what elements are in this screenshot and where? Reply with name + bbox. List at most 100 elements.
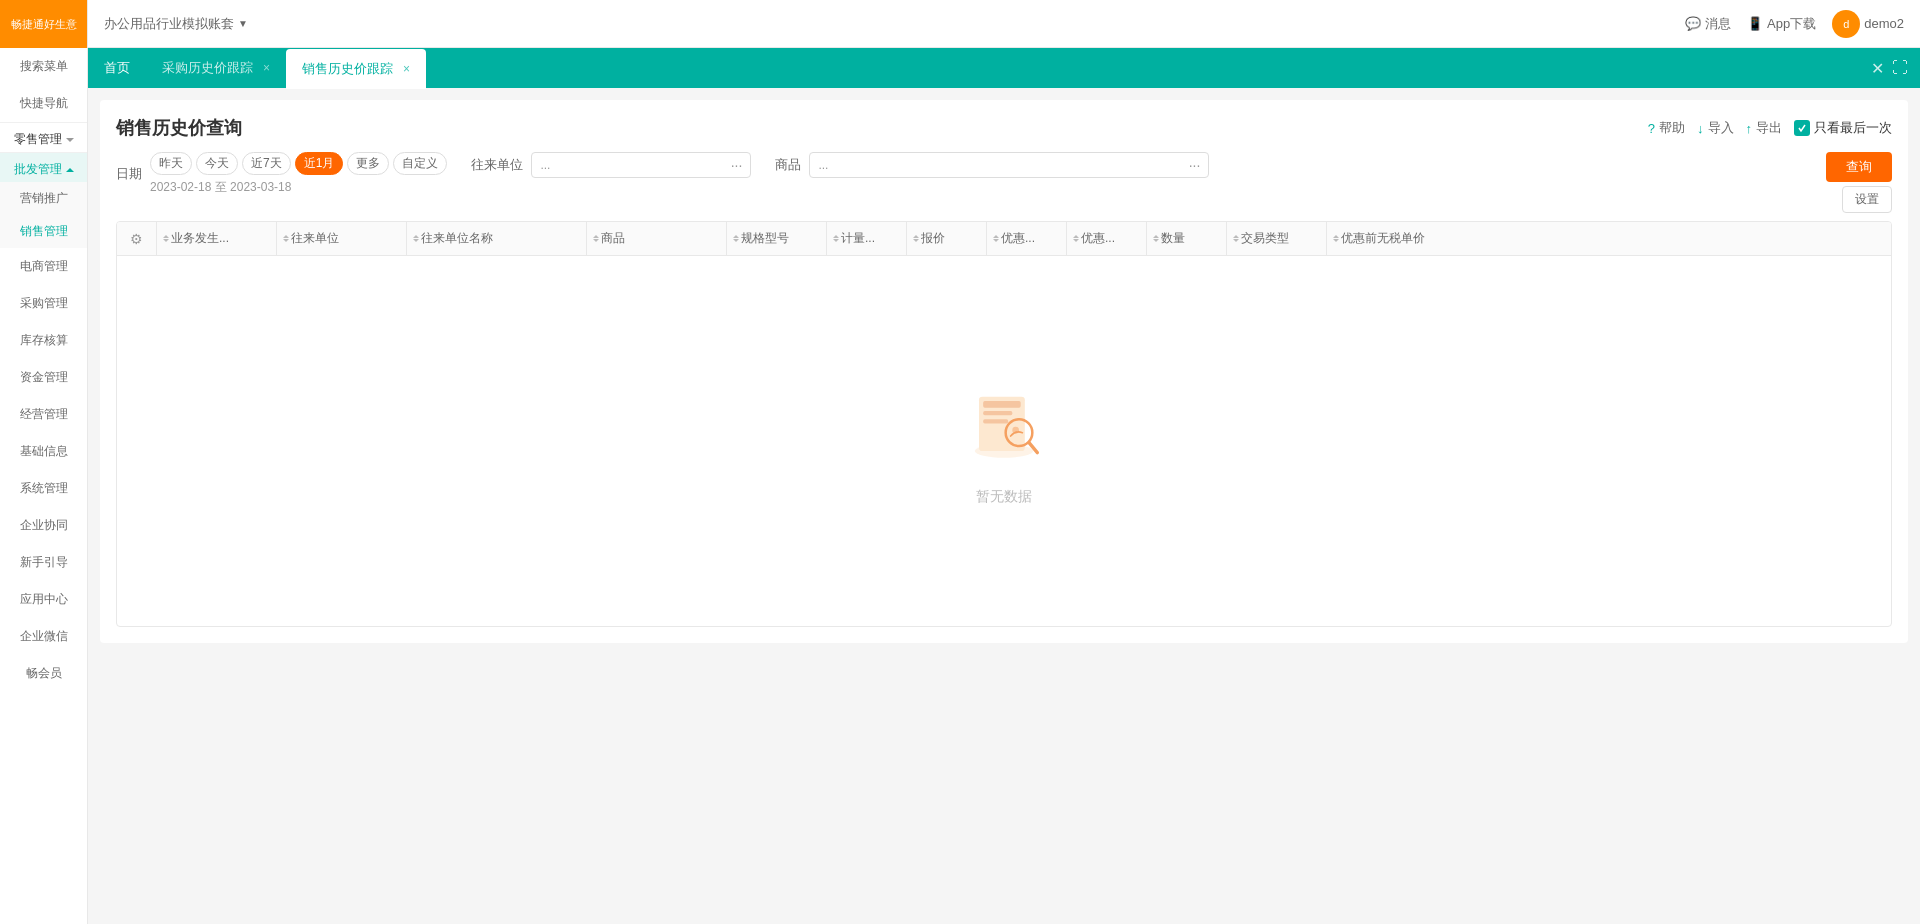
settings-button[interactable]: 设置 [1842, 186, 1892, 213]
only-last-label: 只看最后一次 [1814, 119, 1892, 137]
sidebar-item-quick-nav[interactable]: 快捷导航 [0, 85, 87, 122]
top-bar-left: 办公用品行业模拟账套 ▼ [104, 15, 248, 33]
import-button[interactable]: ↓ 导入 [1697, 119, 1734, 137]
date-range-text: 2023-02-18 至 2023-03-18 [150, 179, 447, 196]
top-bar: 办公用品行业模拟账套 ▼ 💬 消息 📱 App下载 d demo2 [88, 0, 1920, 48]
sidebar-item-label: 企业协同 [4, 517, 83, 534]
page-title: 销售历史价查询 [116, 116, 242, 140]
export-label: 导出 [1756, 119, 1782, 137]
chevron-down-icon [66, 138, 74, 142]
app-download-button[interactable]: 📱 App下载 [1747, 15, 1816, 33]
date-btn-more[interactable]: 更多 [347, 152, 389, 175]
th-trade-type[interactable]: 交易类型 [1227, 222, 1327, 255]
tab-purchase-history-label: 采购历史价跟踪 [162, 59, 253, 77]
product-input[interactable]: ... ··· [809, 152, 1209, 178]
sidebar-item-new-guide[interactable]: 新手引导 [0, 544, 87, 581]
sort-down-icon [163, 239, 169, 242]
date-btn-yesterday[interactable]: 昨天 [150, 152, 192, 175]
export-button[interactable]: ↑ 导出 [1746, 119, 1783, 137]
sidebar-item-label: 搜索菜单 [4, 58, 83, 75]
sort-up-icon [1073, 235, 1079, 238]
sidebar-item-finance-mgmt[interactable]: 资金管理 [0, 359, 87, 396]
th-unit[interactable]: 计量... [827, 222, 907, 255]
help-button[interactable]: ? 帮助 [1648, 119, 1685, 137]
sidebar-item-wholesale-mgmt[interactable]: 批发管理 [0, 152, 87, 182]
date-btn-custom[interactable]: 自定义 [393, 152, 447, 175]
close-icon[interactable]: × [403, 62, 410, 76]
th-discount2[interactable]: 优惠... [1067, 222, 1147, 255]
th-tax-price[interactable]: 优惠前无税单价 [1327, 222, 1891, 255]
query-button[interactable]: 查询 [1826, 152, 1892, 182]
sort-up-icon [1333, 235, 1339, 238]
th-date[interactable]: 业务发生... [157, 222, 277, 255]
app-selector[interactable]: 办公用品行业模拟账套 ▼ [104, 15, 248, 33]
th-partner-name[interactable]: 往来单位名称 [407, 222, 587, 255]
sidebar-item-member[interactable]: 畅会员 [0, 655, 87, 692]
sidebar-item-marketing[interactable]: 营销推广 [0, 182, 87, 215]
sidebar-item-sys-mgmt[interactable]: 系统管理 [0, 470, 87, 507]
gear-icon: ⚙ [130, 231, 143, 247]
sidebar-item-inventory[interactable]: 库存核算 [0, 322, 87, 359]
sidebar-item-enterprise[interactable]: 企业协同 [0, 507, 87, 544]
sidebar-item-label: 库存核算 [4, 332, 83, 349]
th-discount1-label: 优惠... [1001, 230, 1035, 247]
partner-input-icon: ··· [731, 157, 743, 173]
sidebar-item-label: 零售管理 [14, 131, 62, 148]
th-product[interactable]: 商品 [587, 222, 727, 255]
username: demo2 [1864, 16, 1904, 31]
date-btn-today[interactable]: 今天 [196, 152, 238, 175]
tab-sales-history[interactable]: 销售历史价跟踪 × [286, 49, 426, 89]
date-btn-1month[interactable]: 近1月 [295, 152, 344, 175]
sidebar-item-ecom-mgmt[interactable]: 电商管理 [0, 248, 87, 285]
chevron-up-icon [66, 168, 74, 172]
empty-illustration [954, 376, 1054, 476]
sidebar-item-label: 经营管理 [4, 406, 83, 423]
sort-up-icon [1153, 235, 1159, 238]
logo-text: 畅捷通好生意 [11, 17, 77, 31]
th-spec[interactable]: 规格型号 [727, 222, 827, 255]
partner-placeholder: ... [540, 158, 730, 172]
page-container: 销售历史价查询 ? 帮助 ↓ 导入 ↑ 导出 [100, 100, 1908, 643]
sidebar-item-retail-mgmt[interactable]: 零售管理 [0, 122, 87, 152]
close-tab-button[interactable]: ✕ [1871, 59, 1884, 78]
user-menu[interactable]: d demo2 [1832, 10, 1904, 38]
sort-down-icon [833, 239, 839, 242]
close-icon[interactable]: × [263, 61, 270, 75]
th-price[interactable]: 报价 [907, 222, 987, 255]
sidebar-item-app-center[interactable]: 应用中心 [0, 581, 87, 618]
th-gear[interactable]: ⚙ [117, 222, 157, 255]
sidebar-item-sales-mgmt[interactable]: 销售管理 [0, 215, 87, 248]
sort-down-icon [283, 239, 289, 242]
help-icon: ? [1648, 121, 1655, 136]
th-partner-id[interactable]: 往来单位 [277, 222, 407, 255]
maximize-button[interactable]: ⛶ [1892, 59, 1908, 77]
th-qty[interactable]: 数量 [1147, 222, 1227, 255]
sidebar-item-enterprise-wechat[interactable]: 企业微信 [0, 618, 87, 655]
date-btn-7days[interactable]: 近7天 [242, 152, 291, 175]
partner-input[interactable]: ... ··· [531, 152, 751, 178]
svg-rect-3 [983, 411, 1012, 415]
th-price-label: 报价 [921, 230, 945, 247]
empty-text: 暂无数据 [976, 488, 1032, 506]
tab-home[interactable]: 首页 [88, 48, 146, 88]
tab-purchase-history[interactable]: 采购历史价跟踪 × [146, 48, 286, 88]
th-discount1[interactable]: 优惠... [987, 222, 1067, 255]
sort-icons [913, 235, 919, 242]
filter-right: 查询 设置 [1826, 152, 1892, 213]
import-icon: ↓ [1697, 121, 1704, 136]
sidebar: 畅捷通好生意 搜索菜单 快捷导航 零售管理 批发管理 营销推广 销售管理 电商管… [0, 0, 88, 924]
svg-rect-4 [983, 419, 1008, 423]
sidebar-item-search-menu[interactable]: 搜索菜单 [0, 48, 87, 85]
sidebar-item-ops-mgmt[interactable]: 经营管理 [0, 396, 87, 433]
only-last-checkbox-area[interactable]: 只看最后一次 [1794, 119, 1892, 137]
sidebar-item-purchase-mgmt[interactable]: 采购管理 [0, 285, 87, 322]
product-placeholder: ... [818, 158, 1188, 172]
sort-up-icon [1233, 235, 1239, 238]
sort-up-icon [733, 235, 739, 238]
sidebar-item-basic-info[interactable]: 基础信息 [0, 433, 87, 470]
message-button[interactable]: 💬 消息 [1685, 15, 1731, 33]
tab-sales-history-label: 销售历史价跟踪 [302, 60, 393, 78]
sort-icons [593, 235, 599, 242]
filter-section: 日期 昨天 今天 近7天 近1月 更多 自定义 2023-02-18 至 202… [116, 152, 1892, 213]
sort-icons [283, 235, 289, 242]
